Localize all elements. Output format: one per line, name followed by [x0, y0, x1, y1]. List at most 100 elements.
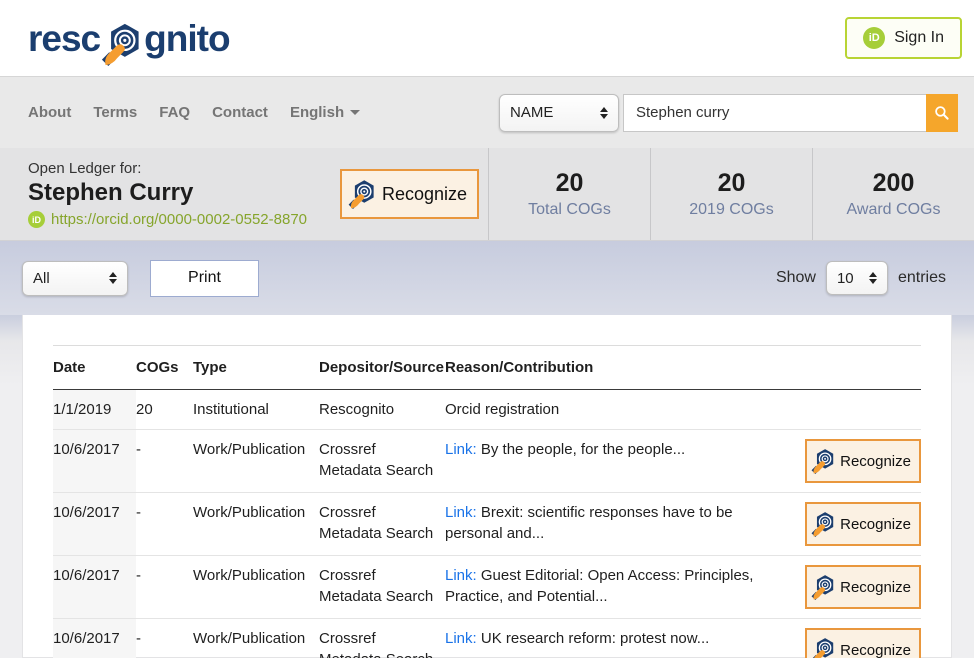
- show-label: Show: [776, 269, 816, 287]
- select-arrows-icon: [109, 272, 117, 284]
- cell-reason: Link: UK research reform: protest now...: [445, 619, 803, 658]
- search-group: NAME: [499, 94, 958, 132]
- cell-actions: Recognize: [803, 556, 921, 618]
- ledger-label: Open Ledger for:: [28, 160, 340, 177]
- cell-date: 10/6/2017: [53, 619, 136, 658]
- nav-band: About Terms FAQ Contact English NAME: [0, 77, 974, 148]
- cell-actions: Recognize: [803, 619, 921, 658]
- cell-date: 10/6/2017: [53, 556, 136, 618]
- cell-cogs: -: [136, 556, 193, 618]
- col-header-actions: [803, 346, 921, 389]
- cell-reason: Link: Guest Editorial: Open Access: Prin…: [445, 556, 803, 618]
- content-area: Date COGs Type Depositor/Source Reason/C…: [0, 315, 974, 658]
- col-header-reason[interactable]: Reason/Contribution: [445, 346, 803, 389]
- reason-text: Orcid registration: [445, 401, 559, 418]
- logo-text-left: resc: [28, 18, 100, 60]
- publication-link[interactable]: Link:: [445, 441, 477, 458]
- cell-type: Work/Publication: [193, 430, 319, 492]
- stat-value: 20: [556, 169, 584, 198]
- stat-award-cogs: 200 Award COGs: [812, 148, 974, 240]
- nav-item-contact[interactable]: Contact: [212, 104, 268, 121]
- orcid-id-icon: iD: [28, 211, 45, 228]
- cell-source: Crossref Metadata Search: [319, 493, 445, 555]
- logo-text-right: gnito: [144, 18, 229, 60]
- stat-label: 2019 COGs: [689, 201, 773, 219]
- stat-label: Total COGs: [528, 201, 611, 219]
- orcid-url-link[interactable]: https://orcid.org/0000-0002-0552-8870: [51, 211, 307, 228]
- stat-label: Award COGs: [847, 201, 941, 219]
- recognize-label: Recognize: [840, 642, 911, 658]
- cell-source: Crossref Metadata Search: [319, 556, 445, 618]
- stat-2019-cogs: 20 2019 COGs: [650, 148, 812, 240]
- recognize-button-row[interactable]: Recognize: [805, 502, 921, 546]
- sign-in-label: Sign In: [894, 29, 944, 47]
- search-category-value: NAME: [510, 104, 553, 121]
- rescognito-logo[interactable]: resc gnito: [28, 0, 230, 76]
- page-size-select[interactable]: 10: [826, 261, 888, 295]
- filter-band: All Print Show 10 entries: [0, 241, 974, 315]
- orcid-id-icon: iD: [863, 27, 885, 49]
- sign-in-button[interactable]: iD Sign In: [845, 17, 962, 59]
- col-header-cogs[interactable]: COGs: [136, 346, 193, 389]
- orcid-row: iD https://orcid.org/0000-0002-0552-8870: [28, 211, 340, 228]
- col-header-date[interactable]: Date: [53, 346, 136, 389]
- cell-actions: Recognize: [803, 430, 921, 492]
- cell-cogs: 20: [136, 390, 193, 429]
- table-row: 10/6/2017 - Work/Publication Crossref Me…: [53, 430, 921, 493]
- top-header: resc gnito iD Sign In: [0, 0, 974, 77]
- ledger-table: Date COGs Type Depositor/Source Reason/C…: [53, 345, 921, 658]
- filter-controls: All Print: [22, 260, 259, 297]
- recognize-label: Recognize: [840, 516, 911, 533]
- nav-item-faq[interactable]: FAQ: [159, 104, 190, 121]
- nav-item-about[interactable]: About: [28, 104, 71, 121]
- page-size-value: 10: [837, 270, 854, 287]
- col-header-type[interactable]: Type: [193, 346, 319, 389]
- cell-source: Crossref Metadata Search: [319, 430, 445, 492]
- page-size-control: Show 10 entries: [776, 261, 946, 295]
- table-row: 10/6/2017 - Work/Publication Crossref Me…: [53, 556, 921, 619]
- publication-link[interactable]: Link:: [445, 504, 477, 521]
- entries-label: entries: [898, 269, 946, 287]
- reason-text: By the people, for the people...: [477, 441, 685, 458]
- ledger-table-card: Date COGs Type Depositor/Source Reason/C…: [22, 315, 952, 658]
- reason-text: Guest Editorial: Open Access: Principles…: [445, 567, 753, 605]
- search-button[interactable]: [926, 94, 958, 132]
- stat-total-cogs: 20 Total COGs: [488, 148, 650, 240]
- ledger-info: Open Ledger for: Stephen Curry iD https:…: [0, 148, 340, 240]
- recognize-button-main[interactable]: Recognize: [340, 169, 479, 219]
- recognize-button-row[interactable]: Recognize: [805, 628, 921, 658]
- publication-link[interactable]: Link:: [445, 630, 477, 647]
- chevron-down-icon: [350, 110, 360, 115]
- stat-value: 200: [873, 169, 915, 198]
- recognize-button-row[interactable]: Recognize: [805, 439, 921, 483]
- cell-date: 10/6/2017: [53, 430, 136, 492]
- rescognito-cog-icon: [348, 175, 378, 213]
- ledger-band: Open Ledger for: Stephen Curry iD https:…: [0, 148, 974, 241]
- cog-stats: 20 Total COGs 20 2019 COGs 200 Award COG…: [488, 148, 974, 240]
- ledger-button-zone: Recognize: [340, 148, 488, 240]
- cell-actions: Recognize: [803, 493, 921, 555]
- rescognito-cog-icon: [811, 633, 837, 658]
- language-dropdown[interactable]: English: [290, 104, 360, 121]
- cell-type: Work/Publication: [193, 619, 319, 658]
- search-category-select[interactable]: NAME: [499, 94, 619, 132]
- recognize-label: Recognize: [382, 184, 467, 205]
- reason-text: Brexit: scientific responses have to be …: [445, 504, 733, 542]
- cell-reason: Link: By the people, for the people...: [445, 430, 803, 492]
- col-header-source[interactable]: Depositor/Source: [319, 346, 445, 389]
- type-filter-value: All: [33, 270, 50, 287]
- print-button[interactable]: Print: [150, 260, 259, 297]
- table-row: 10/6/2017 - Work/Publication Crossref Me…: [53, 619, 921, 658]
- type-filter-select[interactable]: All: [22, 261, 128, 296]
- search-input[interactable]: [623, 94, 926, 132]
- cell-reason: Orcid registration: [445, 390, 803, 429]
- cell-date: 1/1/2019: [53, 390, 136, 429]
- publication-link[interactable]: Link:: [445, 567, 477, 584]
- search-icon: [934, 105, 950, 121]
- table-row: 1/1/2019 20 Institutional Rescognito Orc…: [53, 390, 921, 430]
- rescognito-cog-icon: [101, 14, 145, 74]
- rescognito-cog-icon: [811, 570, 837, 604]
- nav-item-terms[interactable]: Terms: [93, 104, 137, 121]
- language-label: English: [290, 104, 344, 121]
- recognize-button-row[interactable]: Recognize: [805, 565, 921, 609]
